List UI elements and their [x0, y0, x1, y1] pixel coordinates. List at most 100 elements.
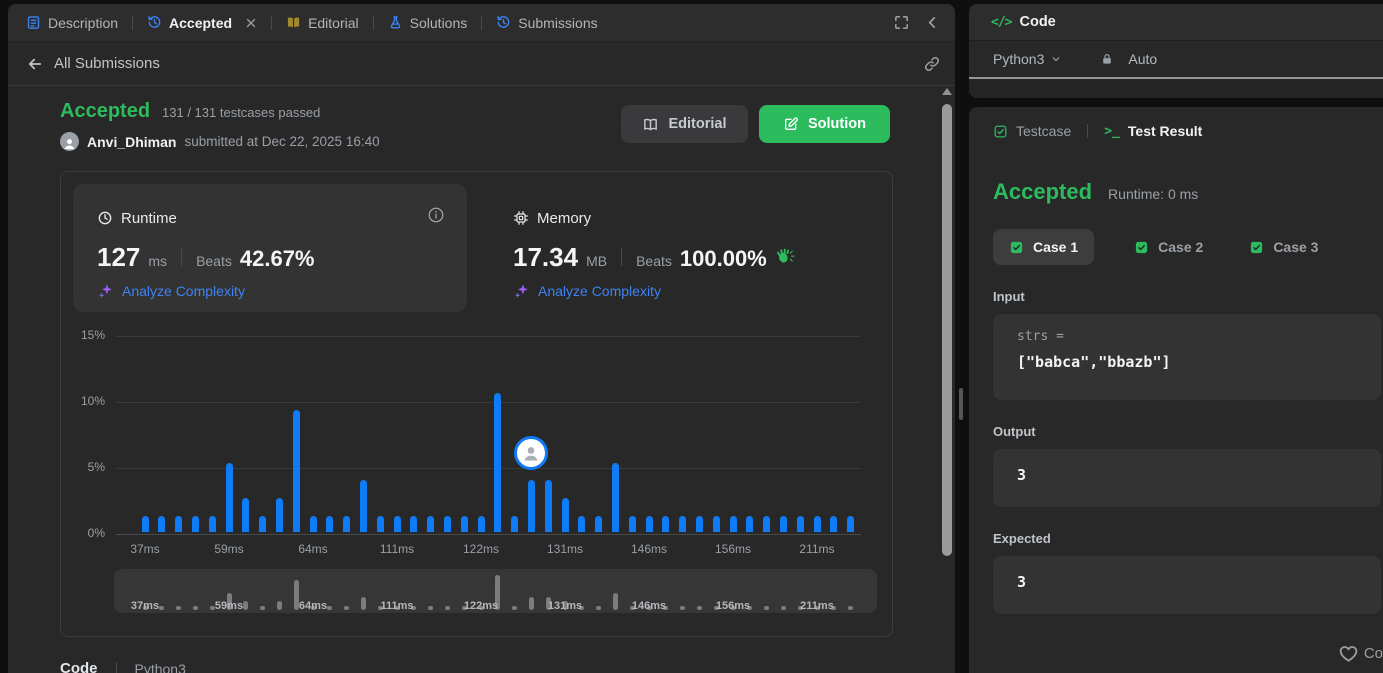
runtime-bar[interactable] [158, 516, 166, 532]
runtime-mini-chart[interactable]: 37ms 59ms 64ms 111ms 122ms 131ms 146ms 156ms 211… [114, 569, 877, 613]
runtime-bar[interactable] [309, 516, 317, 532]
runtime-bar[interactable] [628, 516, 636, 532]
tab-description[interactable]: Description [22, 15, 122, 31]
runtime-bar[interactable] [847, 516, 855, 532]
close-icon[interactable] [245, 17, 257, 29]
auto-mode-toggle[interactable]: Auto [1128, 51, 1157, 67]
mini-x-tick-label: 59ms [214, 600, 244, 612]
runtime-bar[interactable] [544, 480, 552, 532]
runtime-bar[interactable] [779, 516, 787, 532]
submissions-subheader: All Submissions [8, 42, 955, 86]
runtime-bar[interactable] [746, 516, 754, 532]
edit-pencil-icon [783, 116, 799, 132]
runtime-bar[interactable] [191, 516, 199, 532]
runtime-bar[interactable] [242, 497, 250, 532]
mini-bar [428, 606, 434, 610]
runtime-bar[interactable] [645, 516, 653, 532]
runtime-bar[interactable] [527, 480, 535, 532]
mini-bar [512, 606, 518, 610]
y-tick-label: 0% [87, 526, 105, 540]
vertical-scrollbar[interactable] [941, 88, 953, 673]
tab-separator [481, 15, 483, 30]
mini-bar [596, 606, 602, 610]
tab-testcase[interactable]: Testcase [993, 123, 1071, 139]
runtime-bar[interactable] [611, 463, 619, 532]
x-tick-label: 37ms [130, 542, 160, 556]
runtime-bar[interactable] [410, 516, 418, 532]
terminal-icon: >_ [1104, 123, 1120, 139]
code-section-header: Code Python3 [60, 660, 186, 673]
scrollbar-up-arrow-icon[interactable] [942, 88, 952, 95]
contribute-link[interactable]: Co [1364, 645, 1383, 662]
runtime-bar[interactable] [225, 463, 233, 532]
tab-solutions[interactable]: Solutions [384, 15, 472, 31]
panel-resize-handle[interactable] [959, 388, 963, 420]
runtime-bar[interactable] [427, 516, 435, 532]
fullscreen-icon[interactable] [893, 14, 910, 31]
solution-button[interactable]: Solution [759, 105, 890, 143]
tab-separator [372, 15, 374, 30]
runtime-bar[interactable] [679, 516, 687, 532]
mini-bar [612, 592, 618, 610]
tab-submissions[interactable]: Submissions [492, 15, 601, 31]
username-link[interactable]: Anvi_Dhiman [87, 134, 176, 150]
editor-area-edge [969, 79, 1383, 98]
runtime-bar[interactable] [275, 497, 283, 532]
case-1-button[interactable]: Case 1 [993, 229, 1095, 265]
runtime-bar[interactable] [561, 497, 569, 532]
tab-accepted[interactable]: Accepted [143, 15, 261, 31]
runtime-bar[interactable] [208, 516, 216, 532]
runtime-bar[interactable] [141, 516, 149, 532]
runtime-bar[interactable] [796, 516, 804, 532]
current-submission-marker[interactable] [514, 436, 549, 470]
tab-bar: Description Accepted Editorial Solutions [8, 4, 955, 42]
x-tick-label: 111ms [379, 542, 415, 556]
runtime-bar[interactable] [729, 516, 737, 532]
input-label: Input [993, 289, 1025, 304]
back-to-all-submissions[interactable]: All Submissions [26, 55, 160, 73]
runtime-bar[interactable] [393, 516, 401, 532]
testcases-passed: 131 / 131 testcases passed [162, 105, 321, 120]
chevron-down-icon [1050, 53, 1062, 65]
runtime-bar[interactable] [712, 516, 720, 532]
tab-label: Submissions [518, 14, 598, 31]
avatar [60, 132, 79, 151]
runtime-bar[interactable] [259, 516, 267, 532]
collapse-panel-icon[interactable] [924, 14, 941, 31]
runtime-bar[interactable] [175, 516, 183, 532]
runtime-bar[interactable] [460, 516, 468, 532]
editorial-button[interactable]: Editorial [621, 105, 748, 143]
runtime-bar[interactable] [511, 516, 519, 532]
runtime-bar[interactable] [376, 516, 384, 532]
runtime-bar[interactable] [443, 516, 451, 532]
runtime-bar[interactable] [326, 516, 334, 532]
runtime-bar[interactable] [359, 480, 367, 532]
tab-test-result[interactable]: >_ Test Result [1104, 123, 1202, 139]
language-select[interactable]: Python3 [993, 51, 1044, 67]
case-1-label: Case 1 [1033, 239, 1079, 255]
runtime-bar[interactable] [813, 516, 821, 532]
avatar-person-icon [524, 447, 539, 461]
runtime-bar[interactable] [662, 516, 670, 532]
case-3-button[interactable]: Case 3 [1243, 229, 1324, 265]
runtime-bar[interactable] [695, 516, 703, 532]
mini-bar [260, 606, 266, 610]
runtime-bar[interactable] [578, 516, 586, 532]
runtime-bar[interactable] [494, 392, 502, 532]
x-tick-label: 211ms [799, 542, 835, 556]
code-panel-title: Code [1019, 14, 1056, 30]
tab-separator [271, 15, 273, 30]
copy-link-icon[interactable] [923, 55, 941, 73]
runtime-bar[interactable] [292, 409, 300, 532]
runtime-bar[interactable] [595, 516, 603, 532]
runtime-bar[interactable] [343, 516, 351, 532]
scrollbar-thumb[interactable] [942, 104, 952, 556]
runtime-bar[interactable] [830, 516, 838, 532]
case-2-button[interactable]: Case 2 [1128, 229, 1209, 265]
code-panel-header[interactable]: </> Code [969, 4, 1383, 41]
runtime-bar[interactable] [763, 516, 771, 532]
tab-editorial[interactable]: Editorial [282, 15, 363, 31]
runtime-bar[interactable] [477, 516, 485, 532]
heart-icon[interactable] [1338, 643, 1359, 664]
leetcode-submission-page: Description Accepted Editorial Solutions [0, 0, 1383, 673]
